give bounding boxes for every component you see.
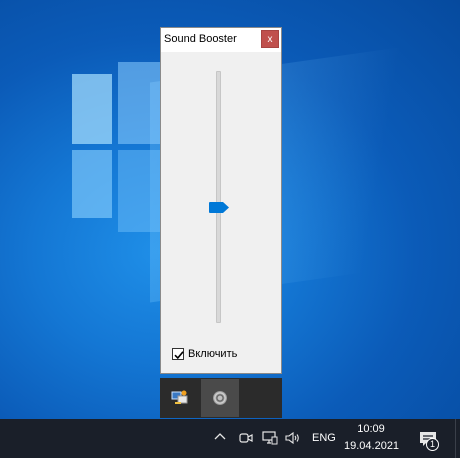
- network-icon[interactable]: [262, 431, 278, 445]
- checkmark-icon: [174, 351, 184, 360]
- sound-booster-window: Sound Booster x Включить: [160, 27, 282, 374]
- volume-icon[interactable]: [285, 431, 301, 445]
- windows-logo-wallpaper: [72, 62, 162, 232]
- volume-slider-track[interactable]: [216, 71, 221, 323]
- enable-checkbox-label: Включить: [188, 348, 238, 360]
- window-title: Sound Booster: [164, 33, 237, 45]
- chevron-up-icon[interactable]: [214, 431, 226, 443]
- network-manager-icon[interactable]: [170, 389, 190, 407]
- show-desktop-button[interactable]: [455, 419, 460, 458]
- sound-booster-icon: [213, 391, 227, 405]
- enable-checkbox[interactable]: [172, 348, 184, 360]
- clock-time[interactable]: 10:09: [344, 423, 398, 435]
- close-button[interactable]: x: [261, 30, 279, 48]
- volume-slider-thumb[interactable]: [209, 202, 229, 213]
- meet-now-icon[interactable]: [239, 431, 253, 445]
- language-indicator[interactable]: ENG: [312, 432, 336, 444]
- tray-overflow-popup: [160, 378, 282, 418]
- notification-count-badge: 1: [426, 438, 439, 451]
- taskbar: ENG 10:09 19.04.2021 1: [0, 419, 460, 458]
- sound-booster-tray-icon[interactable]: [201, 379, 239, 417]
- title-bar[interactable]: Sound Booster x: [161, 28, 281, 52]
- clock-date[interactable]: 19.04.2021: [344, 440, 399, 452]
